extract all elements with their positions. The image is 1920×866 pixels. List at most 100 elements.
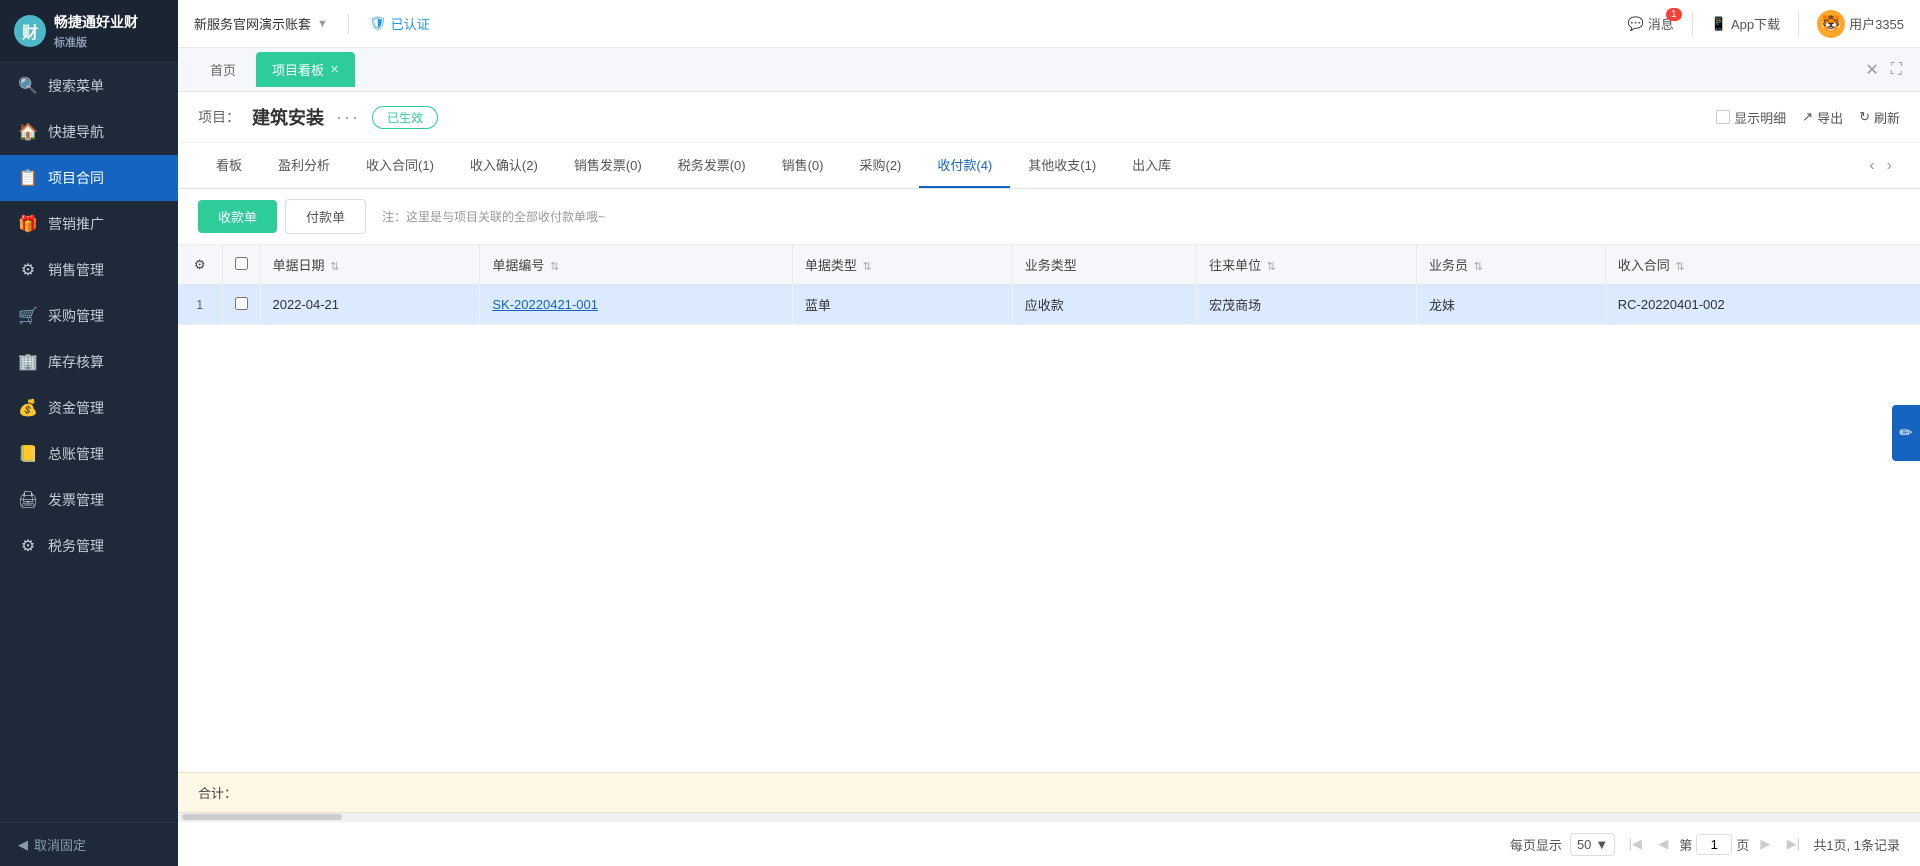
total-label: 合计： bbox=[198, 786, 237, 801]
sub-tab-profit[interactable]: 盈利分析 bbox=[260, 143, 348, 188]
select-all-checkbox[interactable] bbox=[235, 257, 248, 270]
user-profile[interactable]: 🐯 用户3355 bbox=[1817, 10, 1904, 38]
page-title: 建筑安装 bbox=[252, 104, 324, 130]
th-settings[interactable]: ⚙ bbox=[178, 245, 222, 285]
sidebar-item-nav[interactable]: 🏠 快捷导航 bbox=[0, 109, 178, 155]
side-action-button[interactable]: ✏ bbox=[1892, 405, 1920, 461]
main-area: 新服务官网演示账套 ▼ 🛡 已认证 💬 消息 1 📱 App下载 🐯 用户335… bbox=[178, 0, 1920, 866]
sub-tab-sales-invoice[interactable]: 销售发票(0) bbox=[556, 143, 660, 188]
sub-tab-purchase[interactable]: 采购(2) bbox=[841, 143, 919, 188]
refresh-button[interactable]: ↻ 刷新 bbox=[1859, 108, 1900, 127]
project-name: 新服务官网演示账套 bbox=[194, 14, 311, 33]
th-number[interactable]: 单据编号 ⇅ bbox=[480, 245, 792, 285]
receipts-button[interactable]: 收款单 bbox=[198, 200, 277, 233]
last-page-button[interactable]: ▶| bbox=[1781, 832, 1805, 856]
sidebar-item-marketing[interactable]: 🎁 营销推广 bbox=[0, 201, 178, 247]
th-type[interactable]: 单据类型 ⇅ bbox=[792, 245, 1012, 285]
dropdown-icon: ▼ bbox=[317, 18, 328, 30]
sidebar-item-tax[interactable]: ⚙ 税务管理 bbox=[0, 523, 178, 569]
table-row[interactable]: 1 2022-04-21 SK-20220421-001 蓝单 应收款 宏茂商场… bbox=[178, 285, 1920, 325]
page-input[interactable] bbox=[1696, 834, 1732, 855]
topbar-separator2 bbox=[1798, 12, 1799, 36]
tab-project-board[interactable]: 项目看板 ✕ bbox=[256, 52, 355, 87]
ledger-icon: 📒 bbox=[18, 444, 38, 464]
project-selector[interactable]: 新服务官网演示账套 ▼ bbox=[194, 14, 328, 33]
checkbox-icon bbox=[1716, 110, 1730, 124]
sidebar-logo: 财 畅捷通好业财 标准版 bbox=[0, 0, 178, 63]
first-page-button[interactable]: |◀ bbox=[1623, 832, 1647, 856]
per-page-select[interactable]: 50 ▼ bbox=[1570, 833, 1615, 856]
sort-partner-icon: ⇅ bbox=[1267, 261, 1276, 273]
gear-icon: ⚙ bbox=[18, 260, 38, 280]
sidebar-item-inventory[interactable]: 🏢 库存核算 bbox=[0, 339, 178, 385]
pagination: 每页显示 50 ▼ |◀ ◀ 第 页 ▶ ▶| 共1页, 1条记录 bbox=[178, 821, 1920, 866]
sidebar-item-search[interactable]: 🔍 搜索菜单 bbox=[0, 63, 178, 109]
tab-bar: 首页 项目看板 ✕ ✕ ⛶ bbox=[178, 48, 1920, 92]
td-salesperson: 龙妹 bbox=[1416, 285, 1605, 325]
maximize-button[interactable]: ⛶ bbox=[1889, 59, 1904, 81]
message-badge: 1 bbox=[1666, 8, 1682, 21]
sidebar-item-purchase[interactable]: 🛒 采购管理 bbox=[0, 293, 178, 339]
gift-icon: 🎁 bbox=[18, 214, 38, 234]
td-date: 2022-04-21 bbox=[260, 285, 480, 325]
sub-tab-next-icon[interactable]: › bbox=[1883, 153, 1896, 179]
topbar-divider bbox=[348, 14, 349, 34]
th-salesperson[interactable]: 业务员 ⇅ bbox=[1416, 245, 1605, 285]
sidebar-item-invoice[interactable]: 🖨 发票管理 bbox=[0, 477, 178, 523]
home-icon: 🏠 bbox=[18, 122, 38, 142]
td-number[interactable]: SK-20220421-001 bbox=[480, 285, 792, 325]
close-window-button[interactable]: ✕ bbox=[1863, 58, 1880, 82]
sub-tab-receipts[interactable]: 收付款(4) bbox=[919, 143, 1010, 188]
topbar-separator1 bbox=[1692, 12, 1693, 36]
page-title-prefix: 项目： bbox=[198, 107, 240, 127]
th-checkbox[interactable] bbox=[222, 245, 260, 285]
tab-close-icon[interactable]: ✕ bbox=[330, 63, 339, 76]
app-download-button[interactable]: 📱 App下载 bbox=[1711, 14, 1780, 33]
export-button[interactable]: ↗ 导出 bbox=[1802, 108, 1843, 127]
prev-page-button[interactable]: ◀ bbox=[1651, 832, 1675, 856]
sub-tab-other[interactable]: 其他收支(1) bbox=[1010, 143, 1114, 188]
td-check[interactable] bbox=[222, 285, 260, 325]
sort-date-icon: ⇅ bbox=[330, 261, 339, 273]
td-contract: RC-20220401-002 bbox=[1605, 285, 1920, 325]
sub-tab-sales[interactable]: 销售(0) bbox=[764, 143, 842, 188]
row-checkbox[interactable] bbox=[235, 297, 248, 310]
show-detail-checkbox[interactable]: 显示明细 bbox=[1716, 108, 1786, 127]
th-contract[interactable]: 收入合同 ⇅ bbox=[1605, 245, 1920, 285]
page-header-actions: 显示明细 ↗ 导出 ↻ 刷新 bbox=[1716, 108, 1900, 127]
sidebar-item-ledger[interactable]: 📒 总账管理 bbox=[0, 431, 178, 477]
sidebar-unpin[interactable]: ◀ 取消固定 bbox=[0, 822, 178, 866]
th-partner[interactable]: 往来单位 ⇅ bbox=[1197, 245, 1417, 285]
topbar-actions: 💬 消息 1 📱 App下载 🐯 用户3355 bbox=[1628, 10, 1904, 38]
sidebar-item-sales[interactable]: ⚙ 销售管理 bbox=[0, 247, 178, 293]
tab-home[interactable]: 首页 bbox=[194, 52, 252, 87]
avatar: 🐯 bbox=[1817, 10, 1845, 38]
scroll-thumb[interactable] bbox=[182, 814, 342, 820]
horizontal-scrollbar[interactable] bbox=[178, 813, 1920, 821]
next-page-button[interactable]: ▶ bbox=[1753, 832, 1777, 856]
per-page-label: 每页显示 bbox=[1510, 835, 1562, 854]
sub-tab-income-contract[interactable]: 收入合同(1) bbox=[348, 143, 452, 188]
message-button[interactable]: 💬 消息 1 bbox=[1628, 14, 1674, 33]
per-page-dropdown-icon: ▼ bbox=[1595, 837, 1608, 852]
table-wrap: ⚙ 单据日期 ⇅ 单据编号 ⇅ bbox=[178, 245, 1920, 772]
sub-tab-prev-icon[interactable]: ‹ bbox=[1865, 153, 1878, 179]
logo-icon: 财 bbox=[14, 15, 46, 47]
sub-tab-income-confirm[interactable]: 收入确认(2) bbox=[452, 143, 556, 188]
page-label: 第 bbox=[1679, 835, 1692, 854]
message-icon: 💬 bbox=[1628, 16, 1644, 32]
sub-tab-warehouse[interactable]: 出入库 bbox=[1114, 143, 1189, 188]
total-row: 合计： bbox=[178, 772, 1920, 813]
more-actions-button[interactable]: ··· bbox=[336, 107, 360, 128]
sub-tab-tax-invoice[interactable]: 税务发票(0) bbox=[660, 143, 764, 188]
sidebar-item-project[interactable]: 📋 项目合同 bbox=[0, 155, 178, 201]
sub-tabs: 看板 盈利分析 收入合同(1) 收入确认(2) 销售发票(0) 税务发票(0) … bbox=[178, 143, 1920, 189]
th-date[interactable]: 单据日期 ⇅ bbox=[260, 245, 480, 285]
money-icon: 💰 bbox=[18, 398, 38, 418]
sidebar-item-finance[interactable]: 💰 资金管理 bbox=[0, 385, 178, 431]
sort-contract-icon: ⇅ bbox=[1675, 261, 1684, 273]
sidebar-logo-text: 畅捷通好业财 标准版 bbox=[54, 12, 138, 50]
certified-badge: 🛡 已认证 bbox=[369, 14, 430, 33]
payments-button[interactable]: 付款单 bbox=[285, 199, 366, 234]
sub-tab-kanban[interactable]: 看板 bbox=[198, 143, 260, 188]
